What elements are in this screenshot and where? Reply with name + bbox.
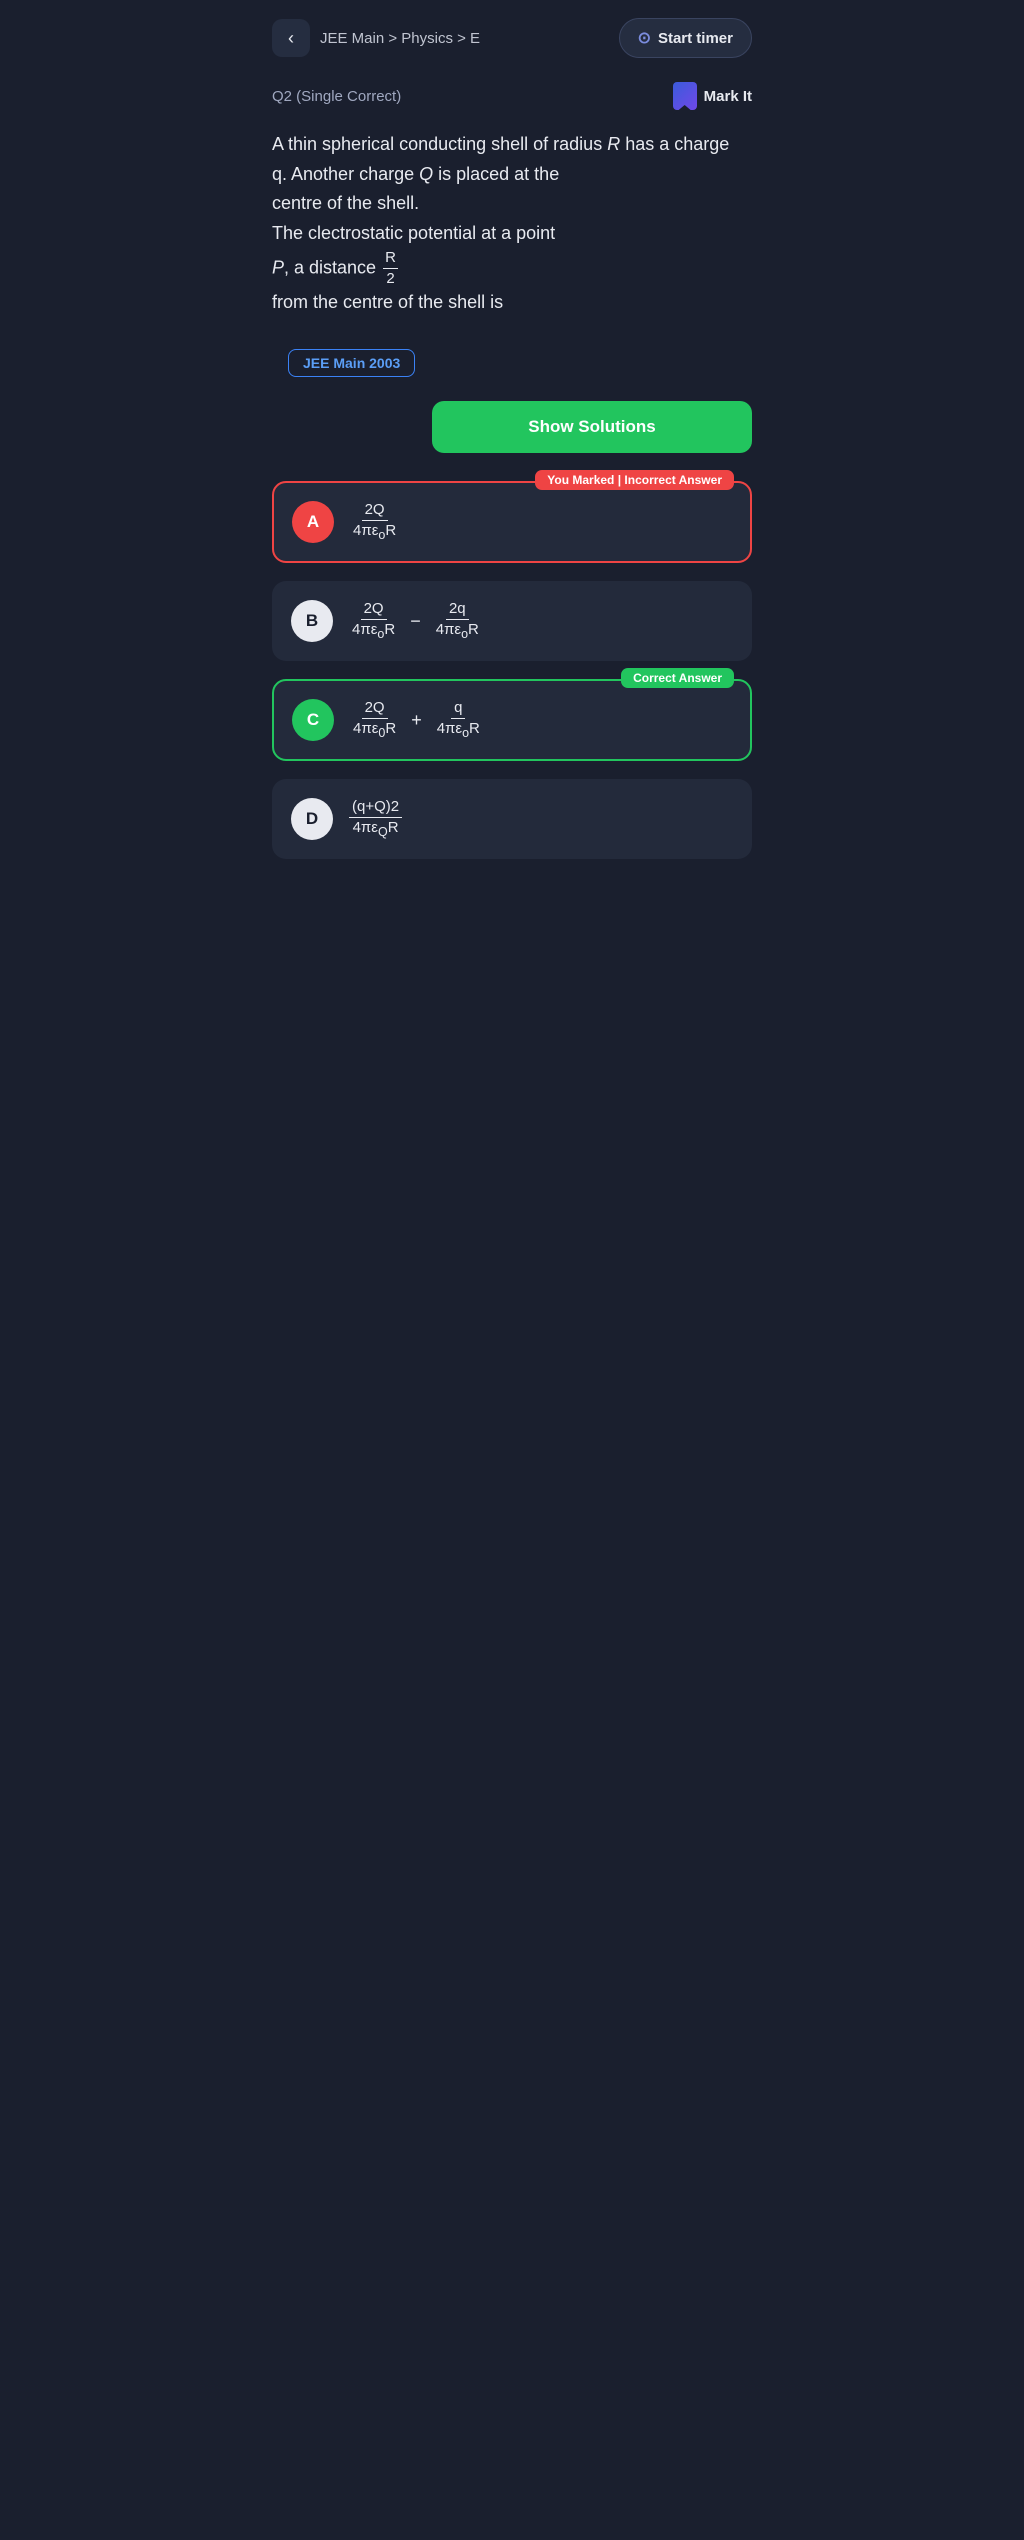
header-left: ‹ JEE Main > Physics > E: [272, 19, 480, 57]
breadcrumb: JEE Main > Physics > E: [320, 30, 480, 47]
frac-a-bot: 4πεoR: [350, 521, 399, 543]
option-circle-d: D: [291, 798, 333, 840]
question-text-3: q. Another charge: [272, 164, 419, 184]
mark-it-label: Mark It: [704, 88, 752, 105]
correct-badge: Correct Answer: [621, 668, 734, 688]
option-formula-d: (q+Q)2 4πεQR: [349, 798, 402, 840]
frac-c1-bot: 4πε0R: [350, 719, 399, 741]
question-var-P: P: [272, 257, 284, 277]
option-card-c[interactable]: Correct Answer C 2Q 4πε0R + q 4πεoR: [272, 679, 752, 761]
option-formula-c: 2Q 4πε0R + q 4πεoR: [350, 699, 483, 741]
question-text-5: centre of the shell.: [272, 193, 419, 213]
frac-a-top: 2Q: [362, 501, 388, 521]
question-text-7: , a distance: [284, 257, 381, 277]
frac-b2-bot: 4πεoR: [433, 620, 482, 642]
question-var-Q: Q: [419, 164, 433, 184]
question-text-8: from the centre of the shell is: [272, 292, 503, 312]
plus-sign-c: +: [411, 710, 422, 731]
option-formula-a: 2Q 4πεoR: [350, 501, 399, 543]
frac-c2-bot: 4πεoR: [434, 719, 483, 741]
question-text-6: The clectrostatic potential at a point: [272, 223, 555, 243]
frac-c1: 2Q 4πε0R: [350, 699, 399, 741]
question-text-4: is placed at the: [433, 164, 559, 184]
frac-c2-top: q: [451, 699, 465, 719]
frac-b1: 2Q 4πεoR: [349, 600, 398, 642]
frac-a: 2Q 4πεoR: [350, 501, 399, 543]
option-circle-b: B: [291, 600, 333, 642]
frac-b1-bot: 4πεoR: [349, 620, 398, 642]
question-label: Q2 (Single Correct): [272, 88, 401, 105]
solutions-btn-wrap: Show Solutions: [256, 401, 768, 481]
options-list: You Marked | Incorrect Answer A 2Q 4πεoR…: [256, 481, 768, 883]
question-body: A thin spherical conducting shell of rad…: [256, 122, 768, 333]
option-circle-c: C: [292, 699, 334, 741]
header: ‹ JEE Main > Physics > E ⊙ Start timer: [256, 0, 768, 72]
bookmark-icon: [673, 82, 697, 110]
frac-b2-top: 2q: [446, 600, 469, 620]
frac-b2: 2q 4πεoR: [433, 600, 482, 642]
question-text-2: has a charge: [620, 134, 729, 154]
question-meta: Q2 (Single Correct) Mark It: [256, 72, 768, 122]
start-timer-button[interactable]: ⊙ Start timer: [619, 18, 752, 58]
frac-b1-top: 2Q: [361, 600, 387, 620]
frac-d-top: (q+Q)2: [349, 798, 402, 818]
back-icon: ‹: [288, 28, 294, 49]
jee-tag: JEE Main 2003: [288, 349, 415, 377]
option-circle-a: A: [292, 501, 334, 543]
question-fraction-R2: R2: [383, 249, 398, 288]
show-solutions-button[interactable]: Show Solutions: [432, 401, 752, 453]
option-card-b[interactable]: B 2Q 4πεoR − 2q 4πεoR: [272, 581, 752, 661]
option-formula-b: 2Q 4πεoR − 2q 4πεoR: [349, 600, 482, 642]
question-text-1: A thin spherical conducting shell of rad…: [272, 134, 607, 154]
timer-icon: ⊙: [638, 28, 651, 48]
frac-c1-top: 2Q: [362, 699, 388, 719]
frac-c2: q 4πεoR: [434, 699, 483, 741]
mark-it-button[interactable]: Mark It: [673, 82, 752, 110]
question-var-R1: R: [607, 134, 620, 154]
timer-label: Start timer: [658, 30, 733, 47]
frac-d: (q+Q)2 4πεQR: [349, 798, 402, 840]
back-button[interactable]: ‹: [272, 19, 310, 57]
option-card-a[interactable]: You Marked | Incorrect Answer A 2Q 4πεoR: [272, 481, 752, 563]
minus-sign-b: −: [410, 611, 421, 632]
incorrect-badge: You Marked | Incorrect Answer: [535, 470, 734, 490]
option-card-d[interactable]: D (q+Q)2 4πεQR: [272, 779, 752, 859]
frac-d-bot: 4πεQR: [350, 818, 402, 840]
